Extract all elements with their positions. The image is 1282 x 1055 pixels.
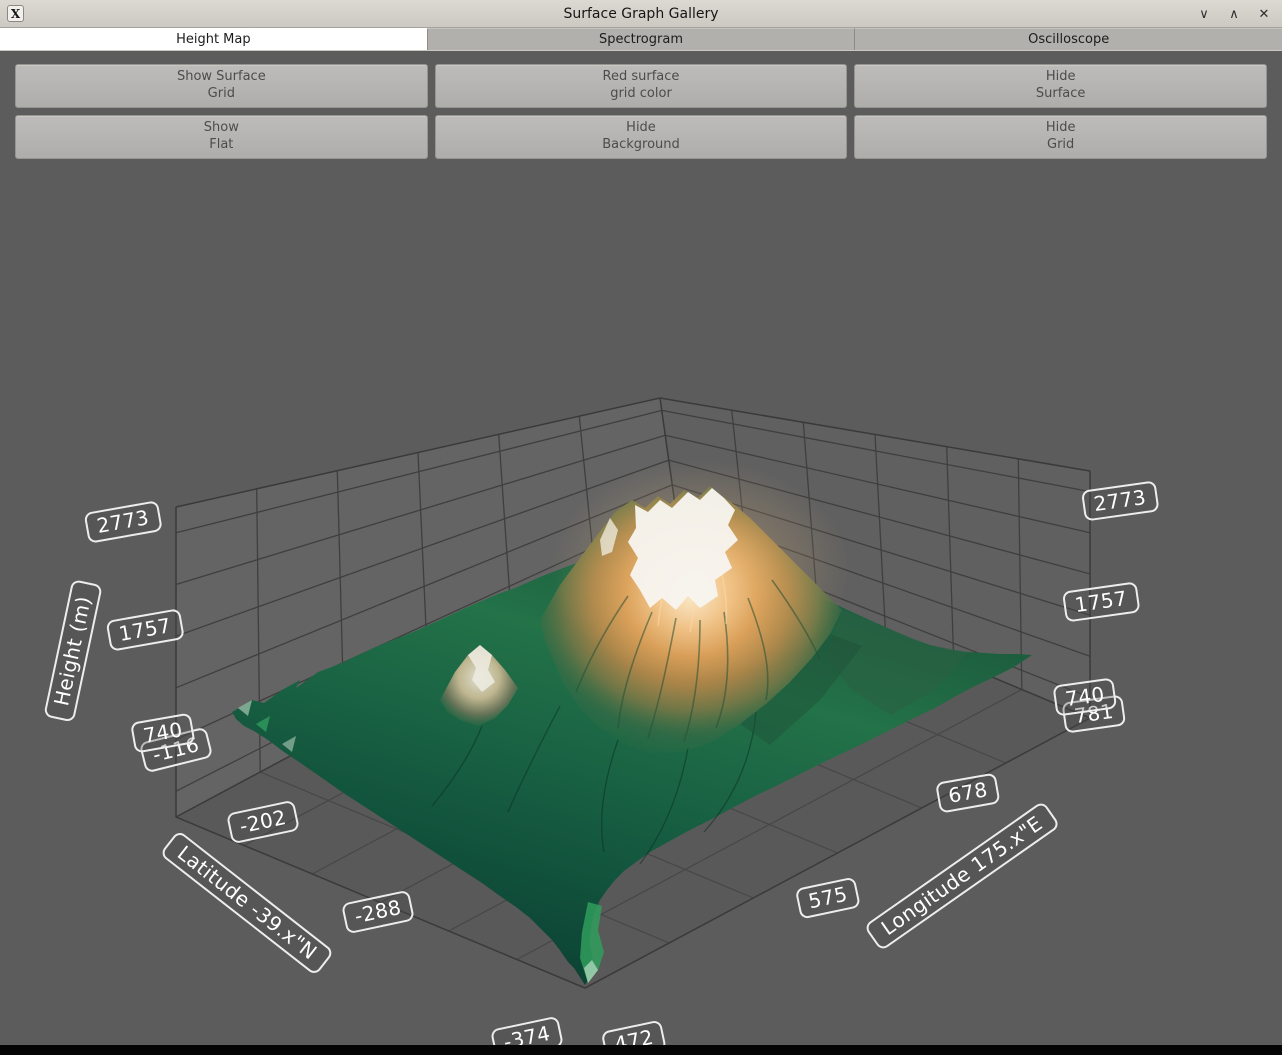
button-label: Show Surface [16, 69, 427, 86]
button-label: Grid [16, 86, 427, 103]
tab-spectrogram[interactable]: Spectrogram [428, 28, 856, 50]
button-label: Hide [855, 120, 1266, 137]
tab-oscilloscope[interactable]: Oscilloscope [855, 28, 1282, 50]
surface-plot[interactable]: 2773 1757 -116 740 Height (m) -202 -288 … [0, 160, 1282, 1055]
button-show-surface-grid[interactable]: Show Surface Grid [15, 64, 428, 108]
button-label: Hide [436, 120, 847, 137]
title-bar: X Surface Graph Gallery ∨ ∧ ✕ [0, 0, 1282, 28]
window-shade-button[interactable]: ∨ [1196, 7, 1212, 22]
button-label: grid color [436, 86, 847, 103]
button-label: Background [436, 137, 847, 154]
button-show-flat[interactable]: Show Flat [15, 115, 428, 159]
button-label: Hide [855, 69, 1266, 86]
button-label: Grid [855, 137, 1266, 154]
window-title: Surface Graph Gallery [0, 6, 1282, 22]
window-close-button[interactable]: ✕ [1256, 7, 1272, 22]
button-hide-background[interactable]: Hide Background [435, 115, 848, 159]
button-label: Show [16, 120, 427, 137]
button-label: Red surface [436, 69, 847, 86]
button-red-surface-grid-color[interactable]: Red surface grid color [435, 64, 848, 108]
toolbar: Show Surface Grid Red surface grid color… [0, 51, 1282, 160]
window-controls: ∨ ∧ ✕ [1196, 0, 1272, 28]
window-maximize-button[interactable]: ∧ [1226, 7, 1242, 22]
button-hide-surface[interactable]: Hide Surface [854, 64, 1267, 108]
button-hide-grid[interactable]: Hide Grid [854, 115, 1267, 159]
tab-height-map[interactable]: Height Map [0, 28, 428, 50]
bottom-edge-bar [0, 1045, 1282, 1055]
button-label: Surface [855, 86, 1266, 103]
tab-bar: Height Map Spectrogram Oscilloscope [0, 28, 1282, 51]
button-label: Flat [16, 137, 427, 154]
